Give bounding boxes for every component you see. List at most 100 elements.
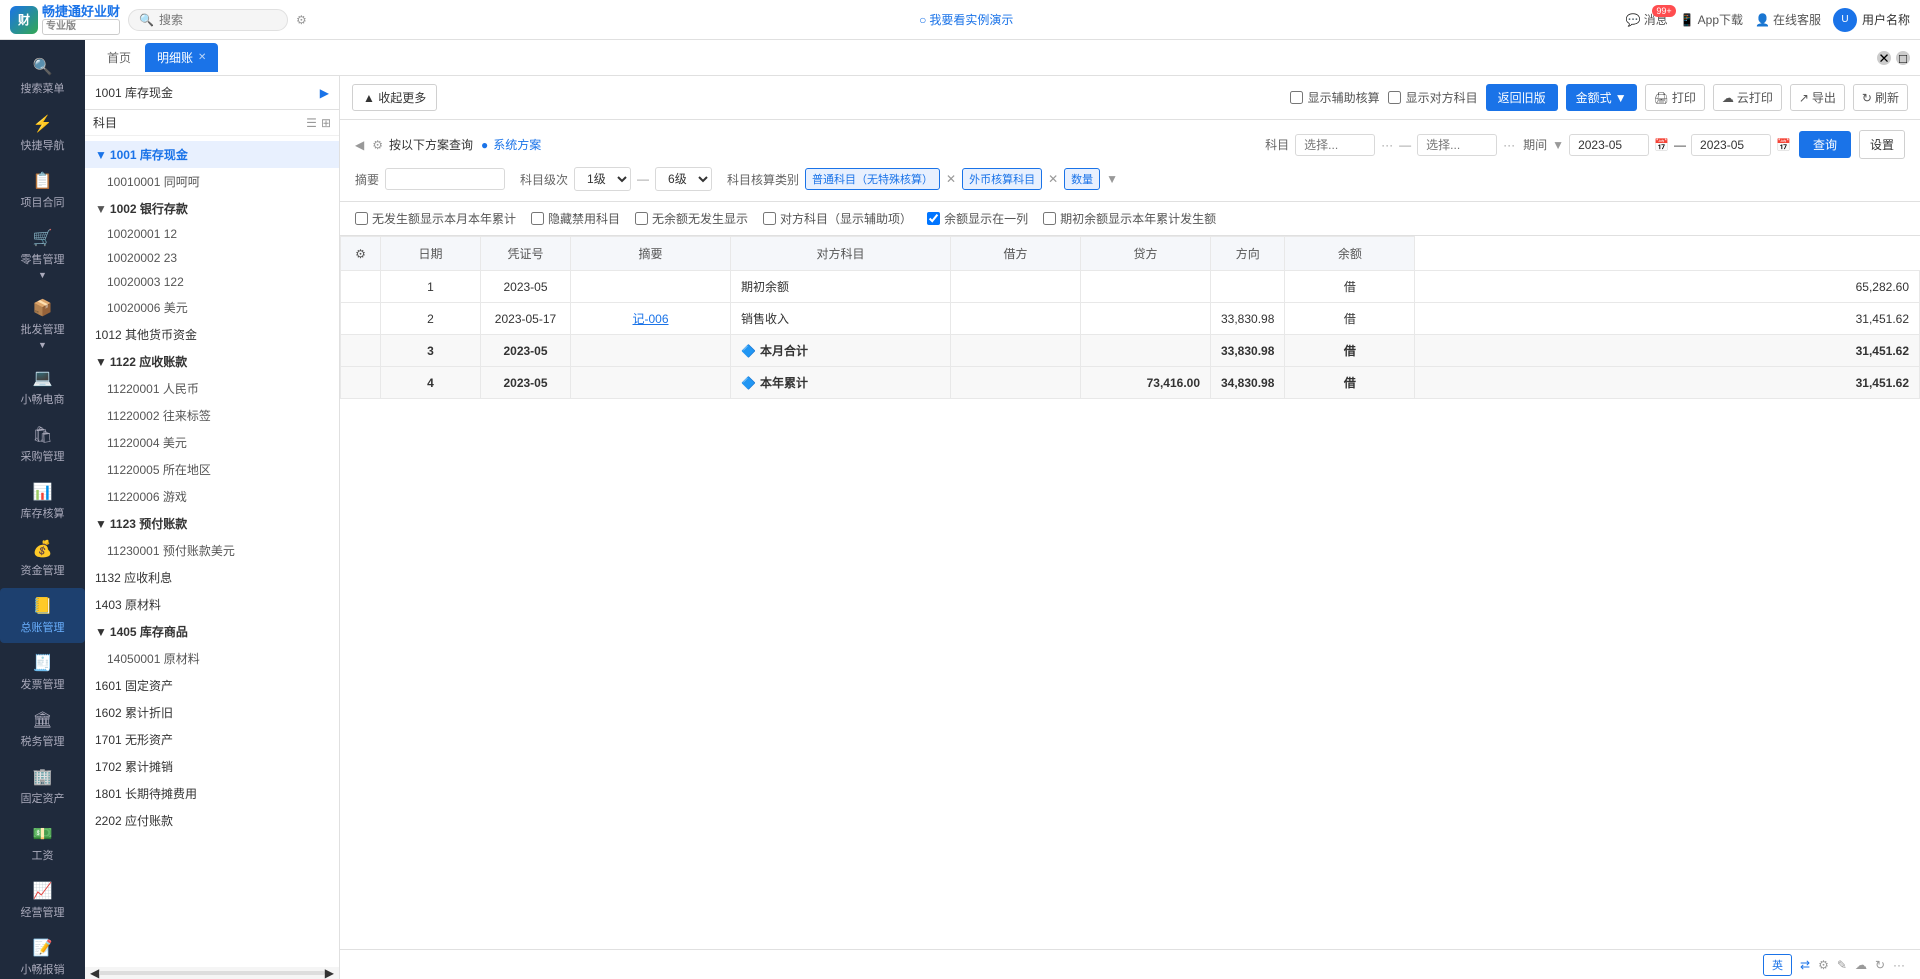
collapse-arrow-left[interactable]: ◀ xyxy=(355,138,364,152)
sidebar-item-finance[interactable]: 💰 资金管理 xyxy=(0,531,85,586)
more-dots-icon[interactable]: ··· xyxy=(1893,958,1905,972)
sidebar-item-invoice[interactable]: 🧾 发票管理 xyxy=(0,645,85,700)
no-balance-checkbox[interactable]: 无余额无发生显示 xyxy=(635,210,748,227)
account-type-close[interactable]: ✕ xyxy=(946,172,956,186)
win-close-btn[interactable]: ✕ xyxy=(1877,51,1891,65)
account-level-end-select[interactable]: 6级5级4级 xyxy=(655,167,712,191)
tree-item-1702[interactable]: 1702 累计摊销 xyxy=(85,753,339,780)
tree-item-1012[interactable]: 1012 其他货币资金 xyxy=(85,321,339,348)
opening-balance-checkbox[interactable]: 期初余额显示本年累计发生额 xyxy=(1043,210,1216,227)
tree-item-11230001[interactable]: 11230001 预付账款美元 xyxy=(85,537,339,564)
cloud-print-btn[interactable]: ☁ 云打印 xyxy=(1713,84,1782,111)
sidebar-item-project[interactable]: 📋 项目合同 xyxy=(0,163,85,218)
tree-item-11220005[interactable]: 11220005 所在地区 xyxy=(85,456,339,483)
sidebar-item-business[interactable]: 📈 经营管理 xyxy=(0,873,85,928)
hide-disabled-checkbox[interactable]: 隐藏禁用科目 xyxy=(531,210,620,227)
account-nav-arrow[interactable]: ▶ xyxy=(320,86,329,100)
refresh-btn[interactable]: ↻ 刷新 xyxy=(1853,84,1908,111)
tree-item-10020002[interactable]: 10020002 23 xyxy=(85,246,339,270)
period-end-input[interactable] xyxy=(1691,134,1771,156)
sidebar-item-ecommerce[interactable]: 💻 小畅电商 xyxy=(0,360,85,415)
expand-icon[interactable]: ⊞ xyxy=(321,116,331,130)
translate-icon[interactable]: ⇄ xyxy=(1800,958,1810,972)
online-service-btn[interactable]: 👤 在线客服 xyxy=(1755,11,1821,28)
contra-checkbox[interactable]: 对方科目（显示辅助项） xyxy=(763,210,912,227)
account-type-tag[interactable]: 普通科目（无特殊核算） xyxy=(805,168,940,190)
tree-item-11220001[interactable]: 11220001 人民币 xyxy=(85,375,339,402)
tree-item-1701[interactable]: 1701 无形资产 xyxy=(85,726,339,753)
system-plan-btn[interactable]: ● 系统方案 xyxy=(481,136,541,153)
settings-btn[interactable]: 设置 xyxy=(1859,130,1905,159)
print-btn[interactable]: 🖨 打印 xyxy=(1645,84,1705,111)
sidebar-item-retail[interactable]: 🛒 零售管理 ▼ xyxy=(0,220,85,288)
user-area[interactable]: U 用户名称 xyxy=(1833,8,1910,32)
sidebar-item-salary[interactable]: 💵 工资 xyxy=(0,816,85,871)
style-btn[interactable]: 金额式 ▼ xyxy=(1566,84,1637,111)
calendar-icon-start[interactable]: 📅 xyxy=(1654,138,1669,152)
message-btn[interactable]: 💬 消息 99+ xyxy=(1626,11,1668,28)
collapse-more-btn[interactable]: ▲ 收起更多 xyxy=(352,84,437,111)
sidebar-item-quicknav[interactable]: ⚡ 快捷导航 xyxy=(0,106,85,161)
sidebar-item-tax[interactable]: 🏛 税务管理 xyxy=(0,702,85,757)
show-contra-input[interactable] xyxy=(1388,91,1401,104)
tree-item-1801[interactable]: 1801 长期待摊费用 xyxy=(85,780,339,807)
tree-item-11220004[interactable]: 11220004 美元 xyxy=(85,429,339,456)
sidebar-item-wholesale[interactable]: 📦 批发管理 ▼ xyxy=(0,290,85,358)
export-btn[interactable]: ↗ 导出 xyxy=(1790,84,1845,111)
edit-icon[interactable]: ✎ xyxy=(1837,958,1847,972)
foreign-tag[interactable]: 外币核算科目 xyxy=(962,168,1042,190)
table-row: 2 2023-05-17 记-006 销售收入 33,830.98 借 31,4… xyxy=(341,303,1920,335)
account-input[interactable] xyxy=(1295,134,1375,156)
win-max-btn[interactable]: □ xyxy=(1896,51,1910,65)
tree-item-10020003[interactable]: 10020003 122 xyxy=(85,270,339,294)
list-icon[interactable]: ☰ xyxy=(306,116,317,130)
sidebar-item-assets[interactable]: 🏢 固定资产 xyxy=(0,759,85,814)
cloud-bottom-icon[interactable]: ☁ xyxy=(1855,958,1867,972)
tree-item-1601[interactable]: 1601 固定资产 xyxy=(85,672,339,699)
tree-item-2202[interactable]: 2202 应付账款 xyxy=(85,807,339,834)
tree-item-1403[interactable]: 1403 原材料 xyxy=(85,591,339,618)
sidebar-item-search[interactable]: 🔍 搜索菜单 xyxy=(0,49,85,104)
sidebar-item-report[interactable]: 📝 小畅报销 xyxy=(0,930,85,979)
tree-item-10020006[interactable]: 10020006 美元 xyxy=(85,294,339,321)
sidebar-item-purchase[interactable]: 🛍 采购管理 xyxy=(0,417,85,472)
back-btn[interactable]: 返回旧版 xyxy=(1486,84,1558,111)
settings-bottom-icon[interactable]: ⚙ xyxy=(1818,958,1829,972)
quantity-tag[interactable]: 数量 xyxy=(1064,168,1100,190)
app-download-btn[interactable]: 📱 App下载 xyxy=(1680,11,1743,28)
search-bar[interactable]: 🔍 xyxy=(128,9,288,31)
tree-item-14050001[interactable]: 14050001 原材料 xyxy=(85,645,339,672)
sync-icon[interactable]: ↻ xyxy=(1875,958,1885,972)
account-input-end[interactable] xyxy=(1417,134,1497,156)
no-occurrence-checkbox[interactable]: 无发生额显示本月本年累计 xyxy=(355,210,516,227)
calendar-icon-end[interactable]: 📅 xyxy=(1776,138,1791,152)
tree-item-1132[interactable]: 1132 应收利息 xyxy=(85,564,339,591)
demo-link[interactable]: ○ 我要看实例演示 xyxy=(919,11,1013,28)
balance-one-col-checkbox[interactable]: 余额显示在一列 xyxy=(927,210,1028,227)
foreign-tag-close[interactable]: ✕ xyxy=(1048,172,1058,186)
tree-item-1122[interactable]: ▼ 1122 应收账款 xyxy=(85,348,339,375)
query-btn[interactable]: 查询 xyxy=(1799,131,1851,158)
sidebar-item-inventory[interactable]: 📊 库存核算 xyxy=(0,474,85,529)
tree-item-1002[interactable]: ▼ 1002 银行存款 xyxy=(85,195,339,222)
period-start-input[interactable] xyxy=(1569,134,1649,156)
lang-btn[interactable]: 英 xyxy=(1763,954,1792,976)
tree-item-11220006[interactable]: 11220006 游戏 xyxy=(85,483,339,510)
tree-item-10020001[interactable]: 10020001 12 xyxy=(85,222,339,246)
settings-icon[interactable]: ⚙ xyxy=(296,13,307,27)
tree-item-11220002[interactable]: 11220002 往来标签 xyxy=(85,402,339,429)
show-aux-input[interactable] xyxy=(1290,91,1303,104)
tab-home[interactable]: 首页 xyxy=(95,43,143,72)
summary-input[interactable] xyxy=(385,168,505,190)
tab-close-btn[interactable]: ✕ xyxy=(198,52,206,63)
account-level-start-select[interactable]: 1级2级3级 xyxy=(574,167,631,191)
search-input[interactable] xyxy=(159,13,259,27)
tab-detail[interactable]: 明细账 ✕ xyxy=(145,43,218,72)
scroll-bar[interactable]: ◀ ▶ xyxy=(85,967,339,979)
sidebar-item-accounting[interactable]: 📒 总账管理 xyxy=(0,588,85,643)
tree-item-1602[interactable]: 1602 累计折旧 xyxy=(85,699,339,726)
tree-item-1123[interactable]: ▼ 1123 预付账款 xyxy=(85,510,339,537)
tree-item-1405[interactable]: ▼ 1405 库存商品 xyxy=(85,618,339,645)
tree-item-1001[interactable]: ▼ 1001 库存现金 xyxy=(85,141,339,168)
tree-item-10010001[interactable]: 10010001 同呵呵 xyxy=(85,168,339,195)
